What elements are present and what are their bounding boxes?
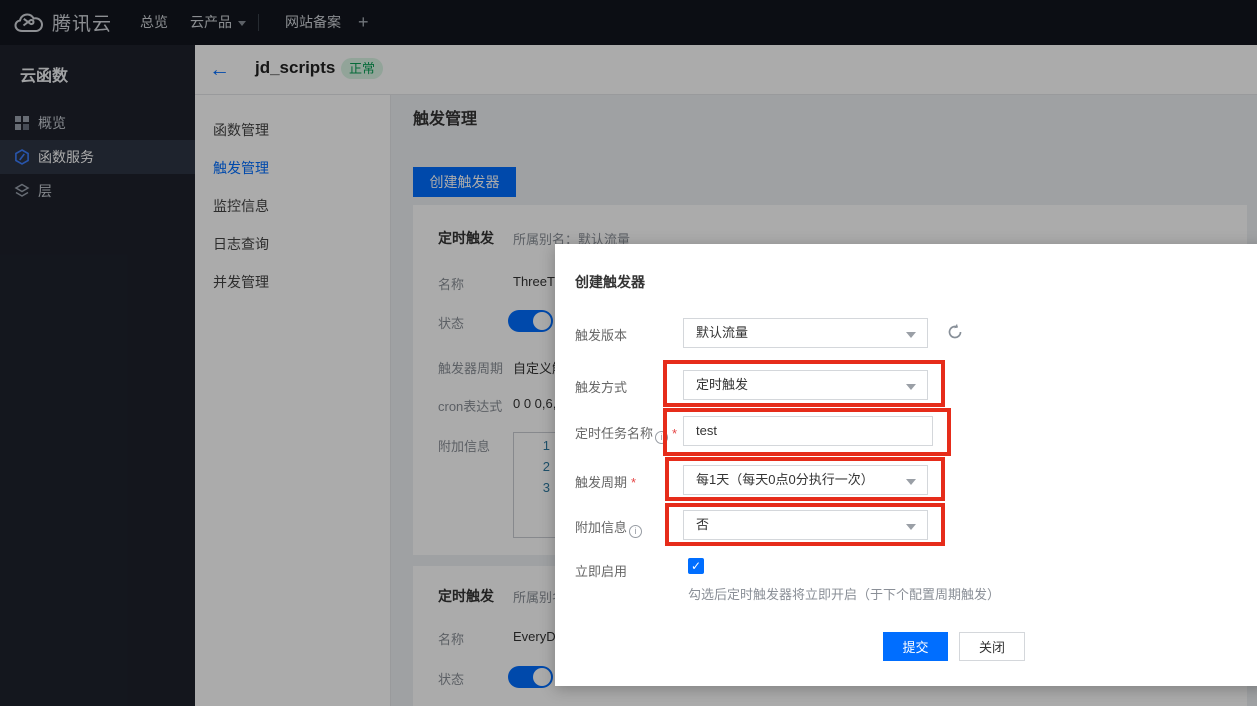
submit-button[interactable]: 提交 — [883, 632, 948, 661]
chevron-down-icon — [906, 384, 916, 390]
required-mark: * — [672, 426, 677, 441]
label-trigger-version: 触发版本 — [575, 325, 627, 344]
enable-now-checkbox[interactable] — [688, 558, 704, 574]
label-extra-info: 附加信息 — [575, 517, 642, 538]
info-icon[interactable] — [655, 431, 668, 444]
chevron-down-icon — [906, 479, 916, 485]
refresh-icon[interactable] — [945, 322, 967, 344]
trigger-type-select[interactable]: 定时触发 — [683, 370, 928, 400]
screen: 腾讯云 总览 云产品 网站备案 + 云函数 概览 函数服务 层 — [0, 0, 1257, 706]
chevron-down-icon — [906, 524, 916, 530]
modal-title: 创建触发器 — [575, 272, 645, 292]
label-trigger-cycle: 触发周期* — [575, 472, 636, 491]
label-task-name: 定时任务名称* — [575, 423, 677, 444]
extra-info-select[interactable]: 否 — [683, 510, 928, 540]
info-icon[interactable] — [629, 525, 642, 538]
create-trigger-modal: 创建触发器 触发版本 默认流量 触发方式 定时触发 定时任务名称* test 触… — [555, 244, 1257, 686]
task-name-input[interactable]: test — [683, 416, 933, 446]
label-trigger-type: 触发方式 — [575, 377, 627, 396]
required-mark: * — [631, 475, 636, 490]
label-enable-now: 立即启用 — [575, 561, 627, 580]
trigger-version-select[interactable]: 默认流量 — [683, 318, 928, 348]
chevron-down-icon — [906, 332, 916, 338]
enable-hint: 勾选后定时触发器将立即开启（于下个配置周期触发） — [688, 584, 1000, 603]
trigger-cycle-select[interactable]: 每1天（每天0点0分执行一次） — [683, 465, 928, 495]
close-button[interactable]: 关闭 — [959, 632, 1025, 661]
